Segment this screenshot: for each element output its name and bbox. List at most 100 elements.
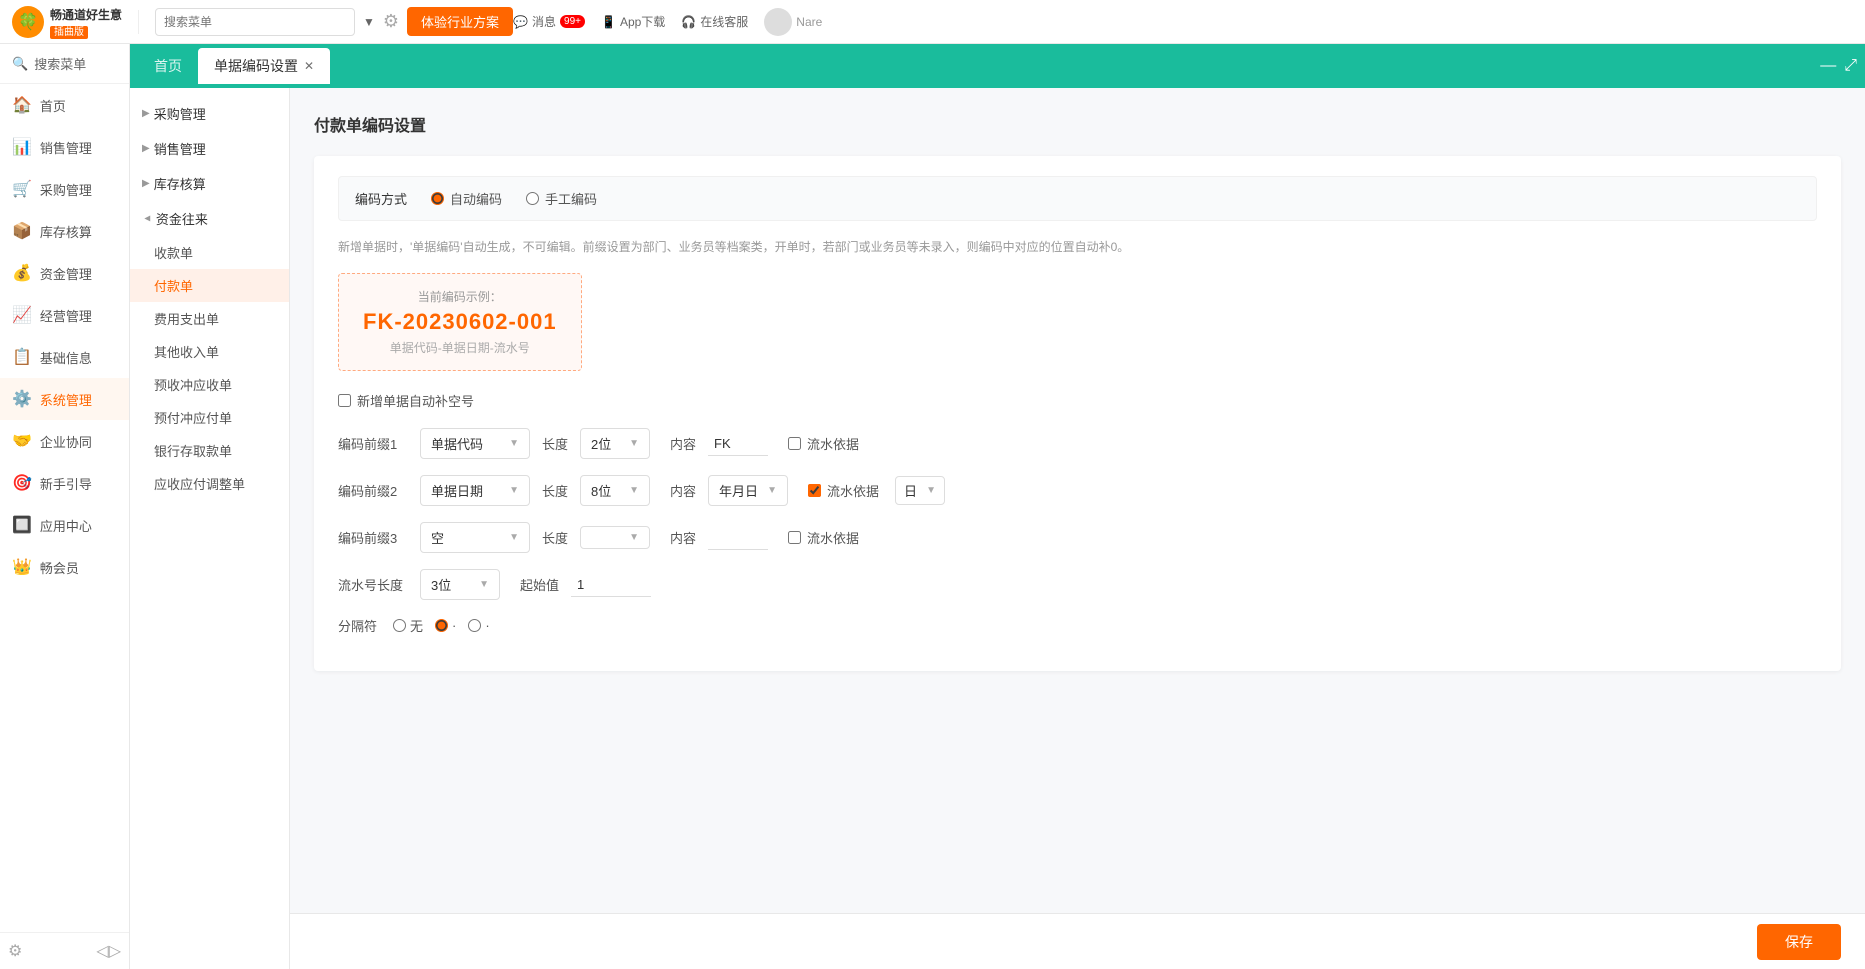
content3-label: 内容: [670, 528, 696, 547]
stream3-checkbox[interactable]: [788, 531, 801, 544]
guide-icon: 🎯: [12, 473, 32, 493]
auto-fill-row: 新增单据自动补空号: [338, 391, 1817, 410]
nav-dropdown[interactable]: ▼: [363, 15, 375, 29]
sidebar-item-member[interactable]: 👑 畅会员: [0, 546, 129, 588]
prefix3-select[interactable]: 空 ▼: [420, 522, 530, 553]
bottom-bar: 保存: [290, 913, 1865, 969]
sidebar-item-enterprise[interactable]: 🤝 企业协同: [0, 420, 129, 462]
collapse-icon[interactable]: ◁▷: [96, 941, 121, 961]
encoding-method-label: 编码方式: [355, 189, 407, 208]
sidebar-item-basic[interactable]: 📋 基础信息: [0, 336, 129, 378]
submenu-child-expense[interactable]: 费用支出单: [130, 302, 289, 335]
len1-select[interactable]: 2位 ▼: [580, 428, 650, 459]
chevron-down-icon: ▼: [629, 485, 639, 496]
serial-row: 流水号长度 3位 ▼ 起始值: [338, 569, 1817, 600]
manual-encoding-label[interactable]: 手工编码: [526, 189, 597, 208]
settings-icon[interactable]: ⚙: [383, 11, 399, 32]
sep-dash-radio[interactable]: [468, 619, 481, 632]
chevron-down-icon: ▼: [509, 485, 519, 496]
expand-icon[interactable]: ⤢: [1844, 57, 1857, 75]
len1-label: 长度: [542, 434, 568, 453]
tab-home[interactable]: 首页: [138, 48, 198, 84]
content1-input[interactable]: [708, 432, 768, 456]
online-service-btn[interactable]: 🎧 在线客服: [681, 13, 748, 30]
submenu-header-inventory[interactable]: ▶ 库存核算: [130, 166, 289, 201]
main-content-wrapper: 付款单编码设置 编码方式 自动编码 手工编码: [290, 88, 1865, 969]
tab-close-icon[interactable]: ✕: [304, 59, 314, 73]
sidebar-item-purchase[interactable]: 🛒 采购管理: [0, 168, 129, 210]
content3-input[interactable]: [708, 526, 768, 550]
prefix1-select[interactable]: 单据代码 ▼: [420, 428, 530, 459]
sep-none-radio[interactable]: [393, 619, 406, 632]
auto-encoding-label[interactable]: 自动编码: [431, 189, 502, 208]
stream2-checkbox[interactable]: [808, 484, 821, 497]
sidebar-item-sales[interactable]: 📊 销售管理: [0, 126, 129, 168]
enterprise-icon: 🤝: [12, 431, 32, 451]
sales-icon: 📊: [12, 137, 32, 157]
chevron-down-icon: ▼: [509, 438, 519, 449]
sidebar-item-guide[interactable]: 🎯 新手引导: [0, 462, 129, 504]
start-value-label: 起始值: [520, 575, 559, 594]
message-btn[interactable]: 💬 消息 99+: [513, 13, 585, 30]
experience-btn[interactable]: 体验行业方案: [407, 7, 513, 36]
example-desc: 单据代码-单据日期-流水号: [363, 339, 557, 356]
stream1-checkbox[interactable]: [788, 437, 801, 450]
auto-encoding-radio[interactable]: [431, 192, 444, 205]
page-title: 付款单编码设置: [314, 112, 1841, 136]
prefix1-label: 编码前缀1: [338, 434, 408, 453]
sep-dot-radio[interactable]: [435, 619, 448, 632]
settings-bottom-icon[interactable]: ⚙: [8, 941, 22, 961]
sidebar-item-appcenter[interactable]: 🔲 应用中心: [0, 504, 129, 546]
user-area[interactable]: Nare: [764, 8, 822, 36]
minimize-icon[interactable]: —: [1820, 57, 1836, 75]
main-layout: 🔍 搜索菜单 🏠 首页 📊 销售管理 🛒 采购管理 📦 库存核算 💰 资金管理 …: [0, 44, 1865, 969]
manual-encoding-radio[interactable]: [526, 192, 539, 205]
submenu-child-other-income[interactable]: 其他收入单: [130, 335, 289, 368]
content2-label: 内容: [670, 481, 696, 500]
example-label: 当前编码示例：: [363, 288, 557, 305]
submenu-header-sales[interactable]: ▶ 销售管理: [130, 131, 289, 166]
page-layout: ▶ 采购管理 ▶ 销售管理 ▶ 库存核算: [130, 88, 1865, 969]
submenu-child-prepay-receive[interactable]: 预收冲应收单: [130, 368, 289, 401]
start-value-input[interactable]: [571, 573, 651, 597]
save-button[interactable]: 保存: [1757, 924, 1841, 960]
sidebar-item-operation[interactable]: 📈 经营管理: [0, 294, 129, 336]
message-icon: 💬: [513, 15, 528, 29]
content2-select[interactable]: 年月日 ▼: [708, 475, 788, 506]
sep-none-label[interactable]: 无: [393, 616, 423, 635]
download-icon: 📱: [601, 15, 616, 29]
sidebar-item-system[interactable]: ⚙️ 系统管理: [0, 378, 129, 420]
sidebar-search[interactable]: 🔍 搜索菜单: [0, 44, 129, 84]
prefix2-select[interactable]: 单据日期 ▼: [420, 475, 530, 506]
sidebar-item-inventory[interactable]: 📦 库存核算: [0, 210, 129, 252]
len2-select[interactable]: 8位 ▼: [580, 475, 650, 506]
arrow-icon: ▶: [142, 143, 150, 154]
len3-select[interactable]: ▼: [580, 526, 650, 549]
submenu-group-sales: ▶ 销售管理: [130, 131, 289, 166]
submenu-header-purchase[interactable]: ▶ 采购管理: [130, 96, 289, 131]
sidebar-item-finance[interactable]: 💰 资金管理: [0, 252, 129, 294]
submenu-child-bank-deposit[interactable]: 银行存取款单: [130, 434, 289, 467]
example-code: FK-20230602-001: [363, 309, 557, 335]
sep-dot-label[interactable]: ·: [435, 618, 456, 633]
submenu-child-prepay-pay[interactable]: 预付冲应付单: [130, 401, 289, 434]
member-icon: 👑: [12, 557, 32, 577]
submenu-child-payment[interactable]: 付款单: [130, 269, 289, 302]
submenu-header-capital[interactable]: ▼ 资金往来: [130, 201, 289, 236]
auto-fill-checkbox[interactable]: [338, 394, 351, 407]
search-icon: 🔍: [12, 56, 28, 72]
sidebar-item-home[interactable]: 🏠 首页: [0, 84, 129, 126]
app-download-btn[interactable]: 📱 App下载: [601, 13, 665, 30]
search-input[interactable]: [155, 8, 355, 36]
prefix3-label: 编码前缀3: [338, 528, 408, 547]
submenu-child-ar-ap-adjust[interactable]: 应收应付调整单: [130, 467, 289, 500]
tab-encoding[interactable]: 单据编码设置 ✕: [198, 48, 330, 84]
sep-dash-label[interactable]: ·: [468, 618, 489, 633]
serial-length-select[interactable]: 3位 ▼: [420, 569, 500, 600]
prefix3-row: 编码前缀3 空 ▼ 长度 ▼ 内容: [338, 522, 1817, 553]
finance-icon: 💰: [12, 263, 32, 283]
chevron-down-icon: ▼: [479, 579, 489, 590]
submenu-child-receipt[interactable]: 收款单: [130, 236, 289, 269]
stream2-unit-select[interactable]: 日 ▼: [895, 476, 945, 505]
submenu: ▶ 采购管理 ▶ 销售管理 ▶ 库存核算: [130, 88, 290, 969]
